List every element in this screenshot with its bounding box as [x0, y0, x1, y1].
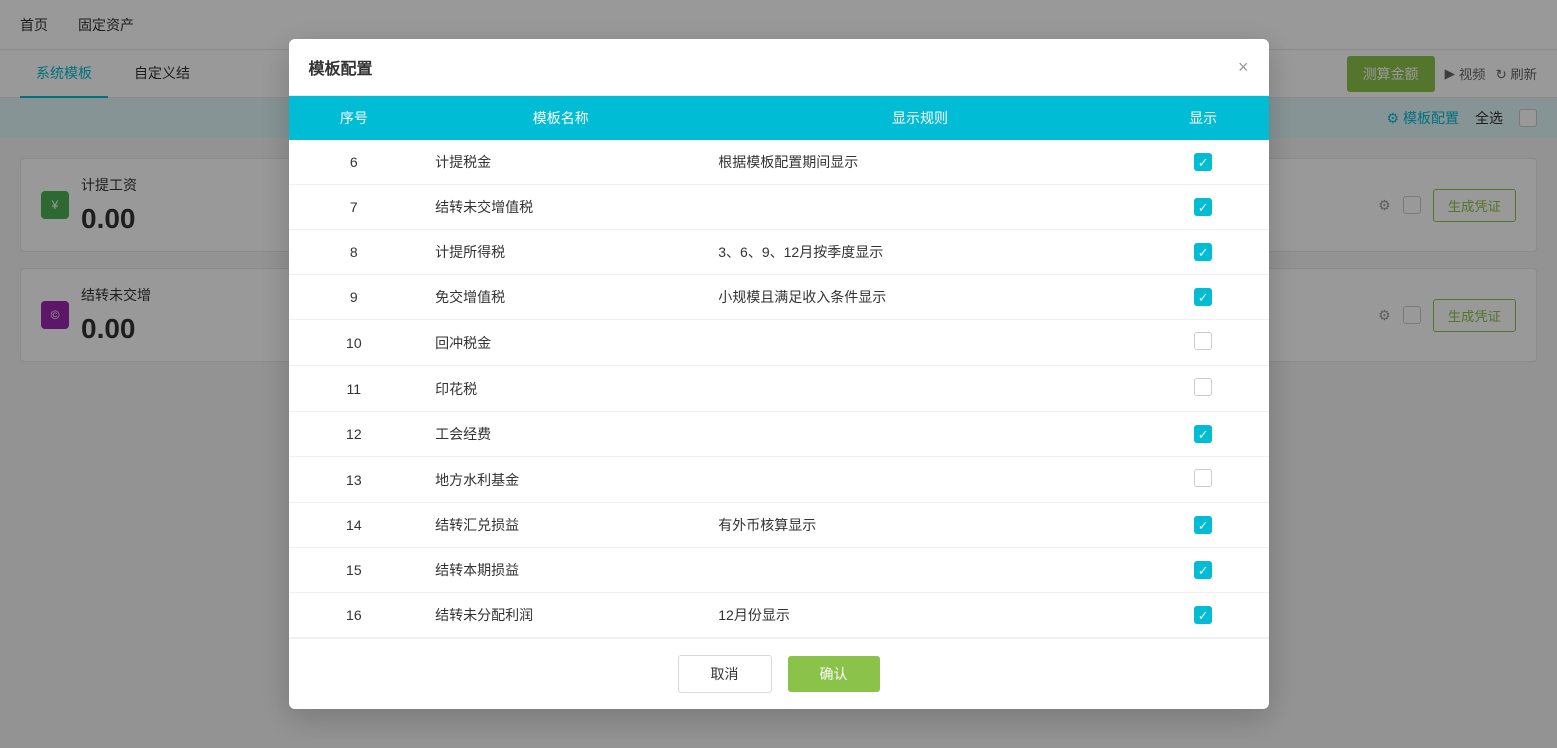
- row-name: 工会经费: [419, 412, 702, 457]
- row-checkbox-cell: [1138, 412, 1269, 457]
- row-rule: [702, 185, 1138, 230]
- row-checkbox-7[interactable]: [1194, 198, 1212, 216]
- row-checkbox-11[interactable]: [1194, 378, 1212, 396]
- row-index: 15: [289, 548, 420, 593]
- col-header-index: 序号: [289, 96, 420, 140]
- table-row: 8计提所得税3、6、9、12月按季度显示: [289, 230, 1269, 275]
- row-checkbox-cell: [1138, 457, 1269, 503]
- row-rule: 有外币核算显示: [702, 503, 1138, 548]
- row-rule: [702, 457, 1138, 503]
- row-checkbox-14[interactable]: [1194, 516, 1212, 534]
- row-checkbox-6[interactable]: [1194, 153, 1212, 171]
- row-checkbox-cell: [1138, 185, 1269, 230]
- row-index: 14: [289, 503, 420, 548]
- dialog-title: 模板配置: [309, 55, 373, 79]
- row-rule: 根据模板配置期间显示: [702, 140, 1138, 185]
- table-row: 12工会经费: [289, 412, 1269, 457]
- row-rule: [702, 548, 1138, 593]
- table-row: 7结转未交增值税: [289, 185, 1269, 230]
- row-checkbox-cell: [1138, 593, 1269, 638]
- col-header-rule: 显示规则: [702, 96, 1138, 140]
- table-row: 11印花税: [289, 366, 1269, 412]
- row-rule: [702, 412, 1138, 457]
- row-index: 12: [289, 412, 420, 457]
- dialog-footer: 取消 确认: [289, 638, 1269, 709]
- row-checkbox-8[interactable]: [1194, 243, 1212, 261]
- row-checkbox-16[interactable]: [1194, 606, 1212, 624]
- row-rule: 12月份显示: [702, 593, 1138, 638]
- row-index: 10: [289, 320, 420, 366]
- table-row: 14结转汇兑损益有外币核算显示: [289, 503, 1269, 548]
- row-index: 9: [289, 275, 420, 320]
- row-checkbox-13[interactable]: [1194, 469, 1212, 487]
- row-name: 计提税金: [419, 140, 702, 185]
- row-rule: [702, 320, 1138, 366]
- row-rule: 小规模且满足收入条件显示: [702, 275, 1138, 320]
- dialog-close-button[interactable]: ×: [1238, 58, 1249, 76]
- row-checkbox-cell: [1138, 503, 1269, 548]
- row-checkbox-cell: [1138, 366, 1269, 412]
- table-row: 16结转未分配利润12月份显示: [289, 593, 1269, 638]
- row-index: 11: [289, 366, 420, 412]
- row-rule: 3、6、9、12月按季度显示: [702, 230, 1138, 275]
- row-checkbox-10[interactable]: [1194, 332, 1212, 350]
- row-name: 免交增值税: [419, 275, 702, 320]
- row-name: 印花税: [419, 366, 702, 412]
- dialog-body: 序号 模板名称 显示规则 显示 6计提税金根据模板配置期间显示7结转未交增值税8…: [289, 96, 1269, 638]
- row-name: 地方水利基金: [419, 457, 702, 503]
- row-name: 计提所得税: [419, 230, 702, 275]
- confirm-button[interactable]: 确认: [788, 656, 880, 692]
- row-name: 回冲税金: [419, 320, 702, 366]
- row-index: 8: [289, 230, 420, 275]
- template-config-dialog: 模板配置 × 序号 模板名称 显示规则 显示 6计提税金根据模板配置期间显示7结…: [289, 39, 1269, 709]
- row-index: 13: [289, 457, 420, 503]
- row-checkbox-9[interactable]: [1194, 288, 1212, 306]
- row-index: 16: [289, 593, 420, 638]
- table-row: 10回冲税金: [289, 320, 1269, 366]
- row-checkbox-12[interactable]: [1194, 425, 1212, 443]
- row-index: 7: [289, 185, 420, 230]
- row-rule: [702, 366, 1138, 412]
- row-checkbox-15[interactable]: [1194, 561, 1212, 579]
- row-checkbox-cell: [1138, 230, 1269, 275]
- table-row: 13地方水利基金: [289, 457, 1269, 503]
- col-header-name: 模板名称: [419, 96, 702, 140]
- row-index: 6: [289, 140, 420, 185]
- row-checkbox-cell: [1138, 140, 1269, 185]
- row-name: 结转汇兑损益: [419, 503, 702, 548]
- table-row: 15结转本期损益: [289, 548, 1269, 593]
- row-name: 结转本期损益: [419, 548, 702, 593]
- table-row: 6计提税金根据模板配置期间显示: [289, 140, 1269, 185]
- row-checkbox-cell: [1138, 548, 1269, 593]
- row-checkbox-cell: [1138, 320, 1269, 366]
- table-body: 6计提税金根据模板配置期间显示7结转未交增值税8计提所得税3、6、9、12月按季…: [289, 140, 1269, 638]
- table-row: 9免交增值税小规模且满足收入条件显示: [289, 275, 1269, 320]
- dialog-header: 模板配置 ×: [289, 39, 1269, 96]
- row-checkbox-cell: [1138, 275, 1269, 320]
- cancel-button[interactable]: 取消: [678, 655, 772, 693]
- config-table: 序号 模板名称 显示规则 显示 6计提税金根据模板配置期间显示7结转未交增值税8…: [289, 96, 1269, 638]
- table-header: 序号 模板名称 显示规则 显示: [289, 96, 1269, 140]
- col-header-display: 显示: [1138, 96, 1269, 140]
- modal-overlay: 模板配置 × 序号 模板名称 显示规则 显示 6计提税金根据模板配置期间显示7结…: [0, 0, 1557, 748]
- row-name: 结转未交增值税: [419, 185, 702, 230]
- row-name: 结转未分配利润: [419, 593, 702, 638]
